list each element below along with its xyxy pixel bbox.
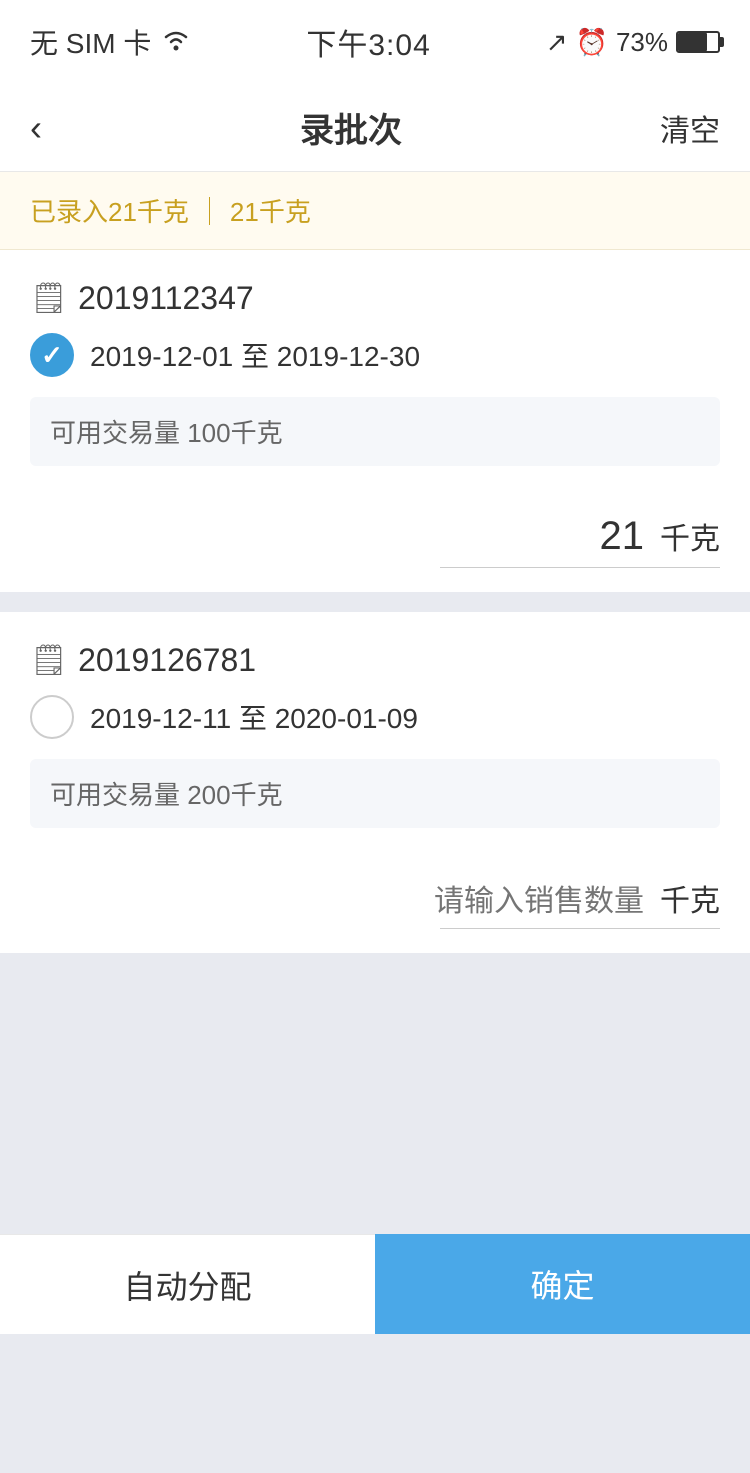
clear-button[interactable]: 清空 [660, 106, 720, 150]
radio-unchecked-2[interactable] [30, 695, 74, 739]
status-time: 下午3:04 [306, 20, 430, 64]
status-left: 无 SIM 卡 [30, 22, 191, 62]
qty-unit-1: 千克 [660, 514, 720, 558]
radio-checked-1[interactable] [30, 333, 74, 377]
battery-icon [676, 31, 720, 53]
auto-distribute-button[interactable]: 自动分配 [0, 1234, 375, 1334]
qty-underline-row-1 [0, 567, 750, 592]
batch-card-1: 🗒 2019112347 2019-12-01 至 2019-12-30 可用交… [0, 250, 750, 592]
info-divider [209, 197, 210, 225]
page-title: 录批次 [300, 103, 402, 152]
qty-input-row: 千克 [0, 852, 750, 928]
bottom-bar: 自动分配 确定 [0, 1234, 750, 1334]
batch-id-2: 2019126781 [78, 642, 256, 679]
back-button[interactable]: ‹ [30, 107, 42, 149]
card2-date-row[interactable]: 2019-12-11 至 2020-01-09 [30, 695, 720, 739]
card1-date-row[interactable]: 2019-12-01 至 2019-12-30 [30, 333, 720, 377]
document-icon-1: 🗒 [30, 281, 68, 316]
qty-input-2[interactable] [344, 885, 644, 919]
recorded-value: 21千克 [230, 192, 311, 229]
qty-value-1: 21 [600, 514, 645, 559]
bottom-spacer [0, 1373, 750, 1473]
carrier-text: 无 SIM 卡 [30, 22, 151, 62]
confirm-button[interactable]: 确定 [375, 1234, 750, 1334]
alarm-icon: ⏰ [576, 27, 608, 58]
batch-card-2: 🗒 2019126781 2019-12-11 至 2020-01-09 可用交… [0, 612, 750, 953]
avail-box-1: 可用交易量 100千克 [30, 397, 720, 466]
qty-unit-2: 千克 [660, 876, 720, 920]
date-range-2: 2019-12-11 至 2020-01-09 [90, 697, 418, 737]
date-range-1: 2019-12-01 至 2019-12-30 [90, 335, 420, 375]
card1-title-row: 🗒 2019112347 [30, 280, 720, 317]
status-right: ↗ ⏰ 73% [546, 27, 720, 58]
recorded-label: 已录入21千克 [30, 192, 189, 229]
status-bar: 无 SIM 卡 下午3:04 ↗ ⏰ 73% [0, 0, 750, 84]
card2-title-row: 🗒 2019126781 [30, 642, 720, 679]
batch-id-1: 2019112347 [78, 280, 254, 317]
nav-bar: ‹ 录批次 清空 [0, 84, 750, 172]
wifi-icon [161, 26, 191, 58]
location-icon: ↗ [546, 27, 568, 58]
info-banner: 已录入21千克 21千克 [0, 172, 750, 250]
qty-filled-row: 21 千克 [0, 490, 750, 567]
document-icon-2: 🗒 [30, 643, 68, 678]
avail-box-2: 可用交易量 200千克 [30, 759, 720, 828]
battery-percent: 73% [616, 27, 668, 58]
qty-underline-row-2 [0, 928, 750, 953]
section-divider-1 [0, 592, 750, 612]
